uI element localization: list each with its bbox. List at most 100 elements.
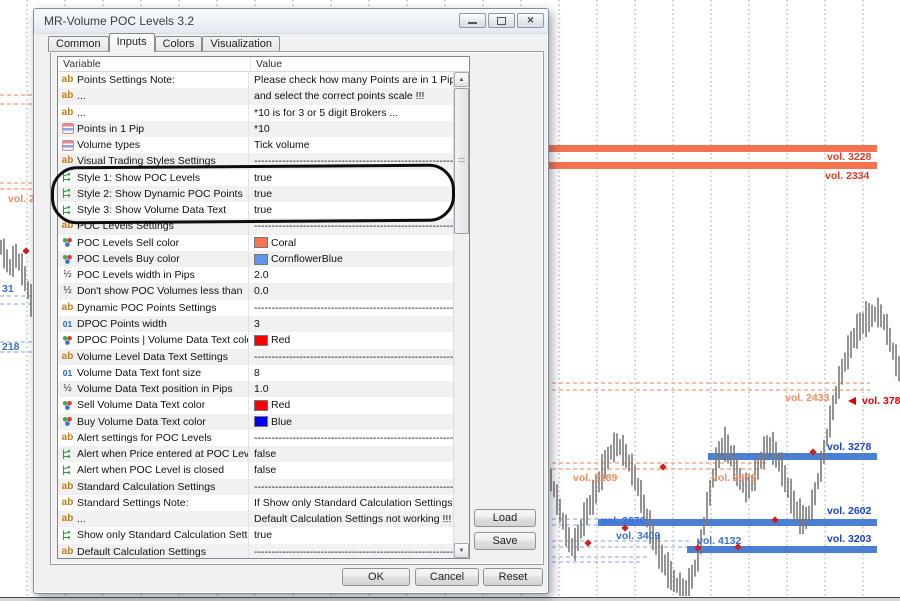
param-value[interactable]: ----------------------------------------… bbox=[254, 300, 454, 316]
tab-colors[interactable]: Colors bbox=[154, 36, 203, 52]
table-row[interactable]: ab POC Levels Settings -------------------… bbox=[58, 218, 454, 235]
param-value[interactable]: ----------------------------------------… bbox=[254, 218, 454, 234]
param-value[interactable]: ----------------------------------------… bbox=[254, 479, 454, 495]
param-value[interactable]: 8 bbox=[254, 365, 260, 381]
param-value[interactable]: 0.0 bbox=[254, 283, 269, 299]
volume-label: vol. 3409 bbox=[616, 530, 661, 542]
table-row[interactable]: DPOC Points | Volume Data Text color Red bbox=[58, 332, 454, 349]
param-name: Style 1: Show POC Levels bbox=[77, 171, 201, 184]
table-scrollbar[interactable]: ▲ ▼ bbox=[453, 72, 469, 558]
volume-label: 31 bbox=[2, 283, 14, 295]
param-value[interactable]: false bbox=[254, 446, 276, 462]
table-row[interactable]: ½ Volume Data Text position in Pips 1.0 bbox=[58, 381, 454, 398]
table-row[interactable]: ab... Default Calculation Settings not wo… bbox=[58, 511, 454, 528]
column-header-variable[interactable]: Variable bbox=[58, 57, 251, 71]
ok-button[interactable]: OK bbox=[342, 568, 410, 586]
param-value[interactable]: Blue bbox=[271, 414, 292, 430]
save-button[interactable]: Save bbox=[474, 532, 536, 550]
table-row[interactable]: 01 Volume Data Text font size 8 bbox=[58, 364, 454, 382]
table-row[interactable]: POC Levels Buy color CornflowerBlue bbox=[58, 250, 454, 268]
table-row[interactable]: ab Points Settings Note: Please check how … bbox=[58, 72, 454, 89]
table-row[interactable]: ab Dynamic POC Points Settings -----------… bbox=[58, 299, 454, 316]
param-value[interactable]: ----------------------------------------… bbox=[254, 430, 454, 446]
tab-inputs[interactable]: Inputs bbox=[108, 33, 155, 52]
param-value[interactable]: ----------------------------------------… bbox=[254, 544, 454, 558]
volume-label: vol. 3781 bbox=[862, 395, 900, 407]
tab-visualization[interactable]: Visualization bbox=[202, 36, 280, 52]
table-row[interactable]: ab Default Calculation Settings ----------… bbox=[58, 543, 454, 558]
scroll-thumb[interactable] bbox=[454, 88, 469, 234]
param-name: Alert when Price entered at POC Level bbox=[77, 448, 248, 461]
param-value[interactable]: Red bbox=[271, 332, 290, 348]
param-value[interactable]: Tick volume bbox=[254, 137, 310, 153]
window-titlebar[interactable]: MR-Volume POC Levels 3.2 ✕ bbox=[34, 9, 548, 34]
param-value[interactable]: ----------------------------------------… bbox=[254, 153, 454, 169]
table-row[interactable]: Volume types Tick volume bbox=[58, 137, 454, 154]
volume-label: vol. 2334 bbox=[825, 170, 870, 182]
table-row[interactable]: ab Standard Settings Note: If Show only St… bbox=[58, 494, 454, 512]
table-row[interactable]: ab Visual Trading Styles Settings --------… bbox=[58, 153, 454, 170]
param-type-ab-icon: ab bbox=[61, 350, 74, 362]
restore-button[interactable] bbox=[488, 13, 515, 28]
table-row[interactable]: ab Alert settings for POC Levels ---------… bbox=[58, 429, 454, 447]
tab-common[interactable]: Common bbox=[48, 36, 109, 52]
param-value[interactable]: 1.0 bbox=[254, 381, 269, 397]
column-header-value[interactable]: Value bbox=[251, 57, 469, 71]
param-name: Standard Calculation Settings bbox=[77, 480, 216, 493]
scroll-up-button[interactable]: ▲ bbox=[454, 72, 469, 87]
cancel-button[interactable]: Cancel bbox=[415, 568, 479, 586]
param-value[interactable]: 2.0 bbox=[254, 267, 269, 283]
param-value[interactable]: Please check how many Points are in 1 Pi… bbox=[254, 72, 454, 88]
table-row[interactable]: ab Standard Calculation Settings ---------… bbox=[58, 478, 454, 495]
param-value[interactable]: If Show only Standard Calculation Settin… bbox=[254, 495, 454, 511]
param-name: Style 2: Show Dynamic POC Points bbox=[77, 187, 243, 200]
param-name: ... bbox=[77, 513, 86, 526]
table-row[interactable]: Alert when POC Level is closed false bbox=[58, 462, 454, 479]
param-name: Standard Settings Note: bbox=[77, 496, 189, 509]
table-row[interactable]: ½ Don't show POC Volumes less than 0.0 bbox=[58, 283, 454, 300]
restore-icon bbox=[497, 16, 506, 25]
volume-label: vol. 3228 bbox=[827, 151, 872, 163]
param-name: POC Levels width in Pips bbox=[77, 269, 195, 282]
param-type-bool-icon bbox=[61, 465, 74, 476]
param-value[interactable]: true bbox=[254, 527, 272, 543]
param-value[interactable]: *10 is for 3 or 5 digit Brokers ... bbox=[254, 105, 398, 121]
param-name: Points Settings Note: bbox=[77, 74, 176, 86]
parameters-table: Variable Value ab Points Settings Note: Pl… bbox=[57, 56, 470, 559]
table-row[interactable]: Points in 1 Pip *10 bbox=[58, 120, 454, 138]
table-row[interactable]: ab... and select the correct points scale… bbox=[58, 88, 454, 105]
param-value[interactable]: *10 bbox=[254, 121, 270, 137]
param-value[interactable]: Red bbox=[271, 397, 290, 413]
table-row[interactable]: Sell Volume Data Text color Red bbox=[58, 397, 454, 414]
table-row[interactable]: Alert when Price entered at POC Level fal… bbox=[58, 446, 454, 463]
table-row[interactable]: Style 1: Show POC Levels true bbox=[58, 169, 454, 186]
table-row[interactable]: ½ POC Levels width in Pips 2.0 bbox=[58, 267, 454, 284]
reset-button[interactable]: Reset bbox=[483, 568, 543, 586]
table-row[interactable]: ab... *10 is for 3 or 5 digit Brokers ... bbox=[58, 104, 454, 121]
table-row[interactable]: 01 DPOC Points width 3 bbox=[58, 315, 454, 333]
scroll-down-button[interactable]: ▼ bbox=[454, 543, 469, 558]
table-row[interactable]: Style 3: Show Volume Data Text true bbox=[58, 202, 454, 219]
param-value[interactable]: Coral bbox=[271, 235, 296, 251]
volume-label: vol. 2870 bbox=[601, 515, 646, 527]
table-row[interactable]: Buy Volume Data Text color Blue bbox=[58, 413, 454, 430]
close-button[interactable]: ✕ bbox=[517, 13, 544, 28]
param-value[interactable]: and select the correct points scale !!! bbox=[254, 88, 424, 104]
param-value[interactable]: true bbox=[254, 202, 272, 218]
table-row[interactable]: ab Volume Level Data Text Settings -------… bbox=[58, 348, 454, 365]
table-row[interactable]: Style 2: Show Dynamic POC Points true bbox=[58, 185, 454, 203]
table-row[interactable]: Show only Standard Calculation Settings t… bbox=[58, 527, 454, 544]
param-value[interactable]: true bbox=[254, 186, 272, 202]
param-name: Points in 1 Pip bbox=[77, 122, 145, 135]
param-value[interactable]: ----------------------------------------… bbox=[254, 349, 454, 365]
param-value[interactable]: Default Calculation Settings not working… bbox=[254, 511, 451, 527]
table-row[interactable]: POC Levels Sell color Coral bbox=[58, 234, 454, 251]
param-value[interactable]: 3 bbox=[254, 316, 260, 332]
param-type-bool-icon bbox=[61, 530, 74, 541]
param-value[interactable]: true bbox=[254, 170, 272, 186]
param-name: Volume Data Text font size bbox=[77, 366, 202, 379]
param-value[interactable]: false bbox=[254, 462, 276, 478]
load-button[interactable]: Load bbox=[474, 509, 536, 527]
minimize-button[interactable] bbox=[459, 13, 486, 28]
param-value[interactable]: CornflowerBlue bbox=[271, 251, 343, 267]
